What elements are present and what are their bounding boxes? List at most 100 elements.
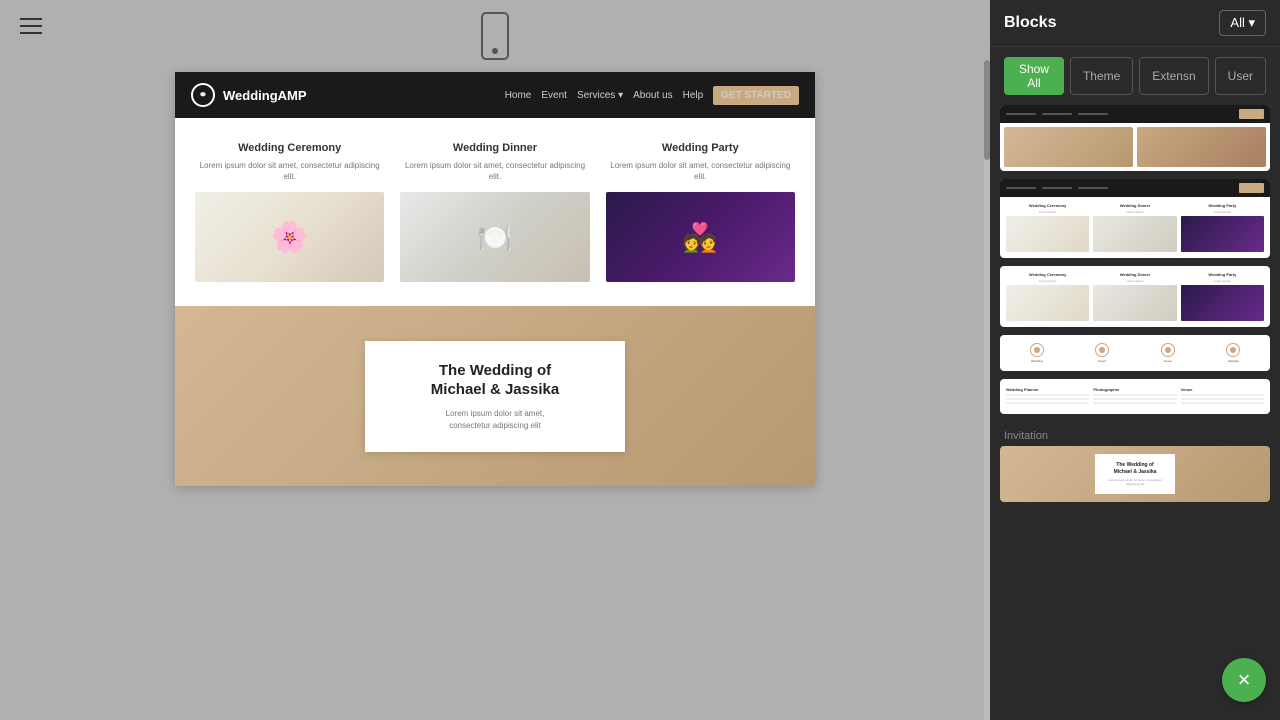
bp-service2-party: Wedding Party Lorem ipsum: [1181, 272, 1264, 321]
blocks-list: Wedding Ceremony Lorem ipsum Wedding Din…: [990, 105, 1280, 720]
site-logo: ⚭ WeddingAMP: [191, 83, 307, 107]
bp-info-line-2a: [1093, 394, 1176, 396]
bp-features-grid: Wedding Event Venue: [1006, 343, 1264, 363]
sidebar-title: Blocks: [1004, 14, 1056, 32]
section-label-invitation: Invitation: [1000, 422, 1270, 446]
invitation-section: The Wedding ofMichael & Jassika Lorem ip…: [175, 306, 815, 486]
phone-preview-icon[interactable]: [481, 12, 509, 60]
bp-service-dinner: Wedding Dinner Lorem ipsum: [1093, 203, 1176, 252]
bp-nav-dot-6: [1078, 187, 1108, 189]
block-preview-4[interactable]: Wedding Event Venue: [1000, 335, 1270, 371]
nav-cta-button[interactable]: GET STARTED: [713, 86, 799, 105]
website-preview: ⚭ WeddingAMP Home Event Services ▾ About…: [175, 72, 815, 486]
bp-feature-icon-inner-4: [1230, 347, 1236, 353]
editor-area: ⚭ WeddingAMP Home Event Services ▾ About…: [0, 0, 990, 720]
bp-service-party: Wedding Party Lorem ipsum: [1181, 203, 1264, 252]
bp-feature-icon-inner: [1034, 347, 1040, 353]
bp-info-col-1: Wedding Planner: [1006, 387, 1089, 406]
bp-feature-label-venue: Venue: [1163, 359, 1172, 363]
bp-content-2: Wedding Ceremony Lorem ipsum Wedding Din…: [1000, 197, 1270, 258]
bp-nav-cta-2: [1239, 183, 1264, 193]
service-item-dinner: Wedding Dinner Lorem ipsum dolor sit ame…: [400, 142, 589, 282]
hamburger-menu[interactable]: [20, 18, 42, 34]
service-title-dinner: Wedding Dinner: [453, 142, 537, 154]
tab-show-all[interactable]: Show All: [1004, 57, 1064, 95]
bp-services-grid-2: Wedding Ceremony Lorem ipsum Wedding Din…: [1006, 272, 1264, 321]
bp-service-img-party: [1181, 216, 1264, 252]
bp-service-desc-ceremony: Lorem ipsum: [1039, 210, 1056, 214]
service-desc-dinner: Lorem ipsum dolor sit amet, consectetur …: [400, 160, 589, 182]
bp-info-line-2b: [1093, 398, 1176, 400]
service-item-party: Wedding Party Lorem ipsum dolor sit amet…: [606, 142, 795, 282]
all-dropdown-button[interactable]: All ▾: [1219, 10, 1266, 36]
bp-feature-icon-event: [1095, 343, 1109, 357]
block-preview-2[interactable]: Wedding Ceremony Lorem ipsum Wedding Din…: [1000, 179, 1270, 258]
tab-extensn[interactable]: Extensn: [1139, 57, 1208, 95]
bp-info-line-1c: [1006, 402, 1089, 404]
bp-feature-label-wedding: Wedding: [1031, 359, 1043, 363]
bp-feature-label-event: Event: [1098, 359, 1106, 363]
bp-info-line-3a: [1181, 394, 1264, 396]
site-nav-links: Home Event Services ▾ About us Help GET …: [505, 86, 799, 105]
tab-user[interactable]: User: [1215, 57, 1266, 95]
nav-link-event[interactable]: Event: [541, 90, 567, 101]
logo-icon: ⚭: [191, 83, 215, 107]
tab-theme[interactable]: Theme: [1070, 57, 1133, 95]
nav-link-home[interactable]: Home: [505, 90, 532, 101]
bp-service-title-ceremony: Wedding Ceremony: [1029, 203, 1067, 208]
service-desc-ceremony: Lorem ipsum dolor sit amet, consectetur …: [195, 160, 384, 182]
service-img-ceremony: [195, 192, 384, 282]
fab-close-button[interactable]: ×: [1222, 658, 1266, 702]
scrollbar-thumb[interactable]: [984, 60, 990, 160]
bp-feature-icon-inner-3: [1165, 347, 1171, 353]
bp-nav-dot-1: [1006, 113, 1036, 115]
nav-link-help[interactable]: Help: [683, 90, 704, 101]
bp-service2-desc-party: Lorem ipsum: [1214, 279, 1231, 283]
site-nav: ⚭ WeddingAMP Home Event Services ▾ About…: [175, 72, 815, 118]
bp-service2-dinner: Wedding Dinner Lorem ipsum: [1093, 272, 1176, 321]
bp-service-title-dinner: Wedding Dinner: [1120, 203, 1151, 208]
service-desc-party: Lorem ipsum dolor sit amet, consectetur …: [606, 160, 795, 182]
services-grid: Wedding Ceremony Lorem ipsum dolor sit a…: [195, 142, 795, 282]
invitation-card: The Wedding ofMichael & Jassika Lorem ip…: [365, 341, 625, 452]
bp-info-col-3: Venue: [1181, 387, 1264, 406]
bp-service-desc-party: Lorem ipsum: [1214, 210, 1231, 214]
bp-service2-img-ceremony: [1006, 285, 1089, 321]
bp-service2-title-dinner: Wedding Dinner: [1120, 272, 1151, 277]
service-title-ceremony: Wedding Ceremony: [238, 142, 341, 154]
invitation-desc: Lorem ipsum dolor sit amet,consectetur a…: [395, 408, 595, 432]
logo-text: WeddingAMP: [223, 88, 307, 103]
bp-service-title-party: Wedding Party: [1208, 203, 1236, 208]
services-section: Wedding Ceremony Lorem ipsum dolor sit a…: [175, 118, 815, 306]
block-preview-invitation[interactable]: The Wedding ofMichael & Jassika Lorem ip…: [1000, 446, 1270, 502]
bp-invitation-bg: The Wedding ofMichael & Jassika Lorem ip…: [1000, 446, 1270, 502]
bp-info-line-3b: [1181, 398, 1264, 400]
bp-info-col-title-3: Venue: [1181, 387, 1264, 392]
bp-service2-img-dinner: [1093, 285, 1176, 321]
block-preview-1[interactable]: [1000, 105, 1270, 171]
bp-service-img-dinner: [1093, 216, 1176, 252]
bp-feature-icon-inner-2: [1099, 347, 1105, 353]
bp-services-grid: Wedding Ceremony Lorem ipsum Wedding Din…: [1006, 203, 1264, 252]
nav-link-services[interactable]: Services ▾: [577, 90, 623, 101]
bp-service2-title-ceremony: Wedding Ceremony: [1029, 272, 1067, 277]
service-item-ceremony: Wedding Ceremony Lorem ipsum dolor sit a…: [195, 142, 384, 282]
bp-nav-dot-2: [1042, 113, 1072, 115]
bp-inv-title: The Wedding ofMichael & Jassika: [1107, 462, 1163, 475]
sidebar-header: Blocks All ▾: [990, 0, 1280, 47]
nav-link-about[interactable]: About us: [633, 90, 672, 101]
service-title-party: Wedding Party: [662, 142, 739, 154]
bp-info-col-title-2: Photographer: [1093, 387, 1176, 392]
bp-nav-1: [1000, 105, 1270, 123]
block-preview-3[interactable]: Wedding Ceremony Lorem ipsum Wedding Din…: [1000, 266, 1270, 327]
bp-nav-dot-4: [1006, 187, 1036, 189]
bp-feature-wedding: Wedding: [1030, 343, 1044, 363]
bp-inv-desc: Lorem ipsum dolor sit amet, consectetur …: [1107, 478, 1163, 486]
bp-content-3: Wedding Ceremony Lorem ipsum Wedding Din…: [1000, 266, 1270, 327]
service-img-dinner: [400, 192, 589, 282]
scrollbar-track[interactable]: [984, 60, 990, 720]
bp-nav-cta: [1239, 109, 1264, 119]
bp-info-line-3c: [1181, 402, 1264, 404]
bp-feature-label-helpday: Helpday: [1228, 359, 1239, 363]
block-preview-5[interactable]: Wedding Planner Photographer Venue: [1000, 379, 1270, 414]
